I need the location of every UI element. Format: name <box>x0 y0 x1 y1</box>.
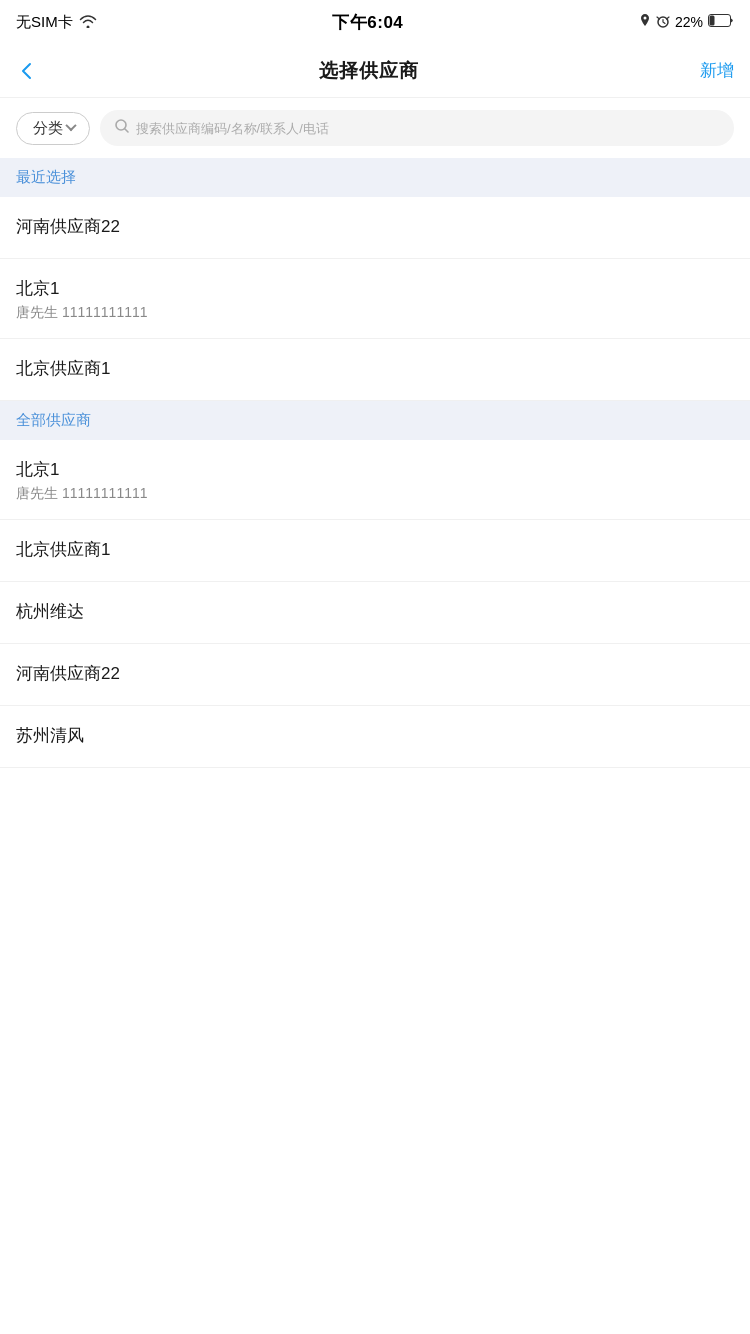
back-button[interactable] <box>16 52 46 90</box>
no-sim-label: 无SIM卡 <box>16 13 73 32</box>
item-name: 杭州维达 <box>16 600 734 623</box>
all-section-label: 全部供应商 <box>16 411 91 428</box>
all-section-header: 全部供应商 <box>0 401 750 440</box>
all-items-list: 北京1 唐先生 11111111111 北京供应商1 杭州维达河南供应商22 苏州清风 <box>0 440 750 768</box>
filter-row: 分类 <box>0 98 750 158</box>
search-icon <box>114 118 130 138</box>
list-item[interactable]: 苏州清风 <box>0 706 750 768</box>
item-sub: 唐先生 11111111111 <box>16 304 734 322</box>
recent-items-list: 河南供应商22 北京1 唐先生 11111111111 北京供应商1 <box>0 197 750 401</box>
item-name: 北京1 <box>16 458 734 481</box>
add-button[interactable]: 新增 <box>692 51 734 90</box>
wifi-icon <box>79 14 97 31</box>
item-name: 苏州清风 <box>16 724 734 747</box>
list-item[interactable]: 北京1 唐先生 11111111111 <box>0 259 750 339</box>
status-bar-time: 下午6:04 <box>332 11 403 34</box>
location-icon <box>639 14 651 31</box>
status-bar-left: 无SIM卡 <box>16 13 97 32</box>
list-item[interactable]: 杭州维达 <box>0 582 750 644</box>
recent-section-label: 最近选择 <box>16 168 76 185</box>
item-sub: 唐先生 11111111111 <box>16 485 734 503</box>
category-button[interactable]: 分类 <box>16 112 90 145</box>
status-bar: 无SIM卡 下午6:04 22% <box>0 0 750 44</box>
page-title: 选择供应商 <box>319 58 419 84</box>
list-item[interactable]: 河南供应商22 <box>0 644 750 706</box>
list-item[interactable]: 北京供应商1 <box>0 520 750 582</box>
item-name: 河南供应商22 <box>16 215 734 238</box>
list-item[interactable]: 河南供应商22 <box>0 197 750 259</box>
item-name: 河南供应商22 <box>16 662 734 685</box>
search-input[interactable] <box>136 120 720 136</box>
item-name: 北京供应商1 <box>16 538 734 561</box>
list-item[interactable]: 北京供应商1 <box>0 339 750 401</box>
nav-bar: 选择供应商 新增 <box>0 44 750 98</box>
battery-icon <box>708 14 734 30</box>
item-name: 北京1 <box>16 277 734 300</box>
search-box <box>100 110 734 146</box>
battery-percent: 22% <box>675 14 703 30</box>
alarm-icon <box>656 14 670 31</box>
svg-rect-2 <box>709 16 714 26</box>
category-label: 分类 <box>33 119 63 138</box>
chevron-right-icon <box>65 120 76 131</box>
status-bar-right: 22% <box>639 14 734 31</box>
list-item[interactable]: 北京1 唐先生 11111111111 <box>0 440 750 520</box>
item-name: 北京供应商1 <box>16 357 734 380</box>
recent-section-header: 最近选择 <box>0 158 750 197</box>
